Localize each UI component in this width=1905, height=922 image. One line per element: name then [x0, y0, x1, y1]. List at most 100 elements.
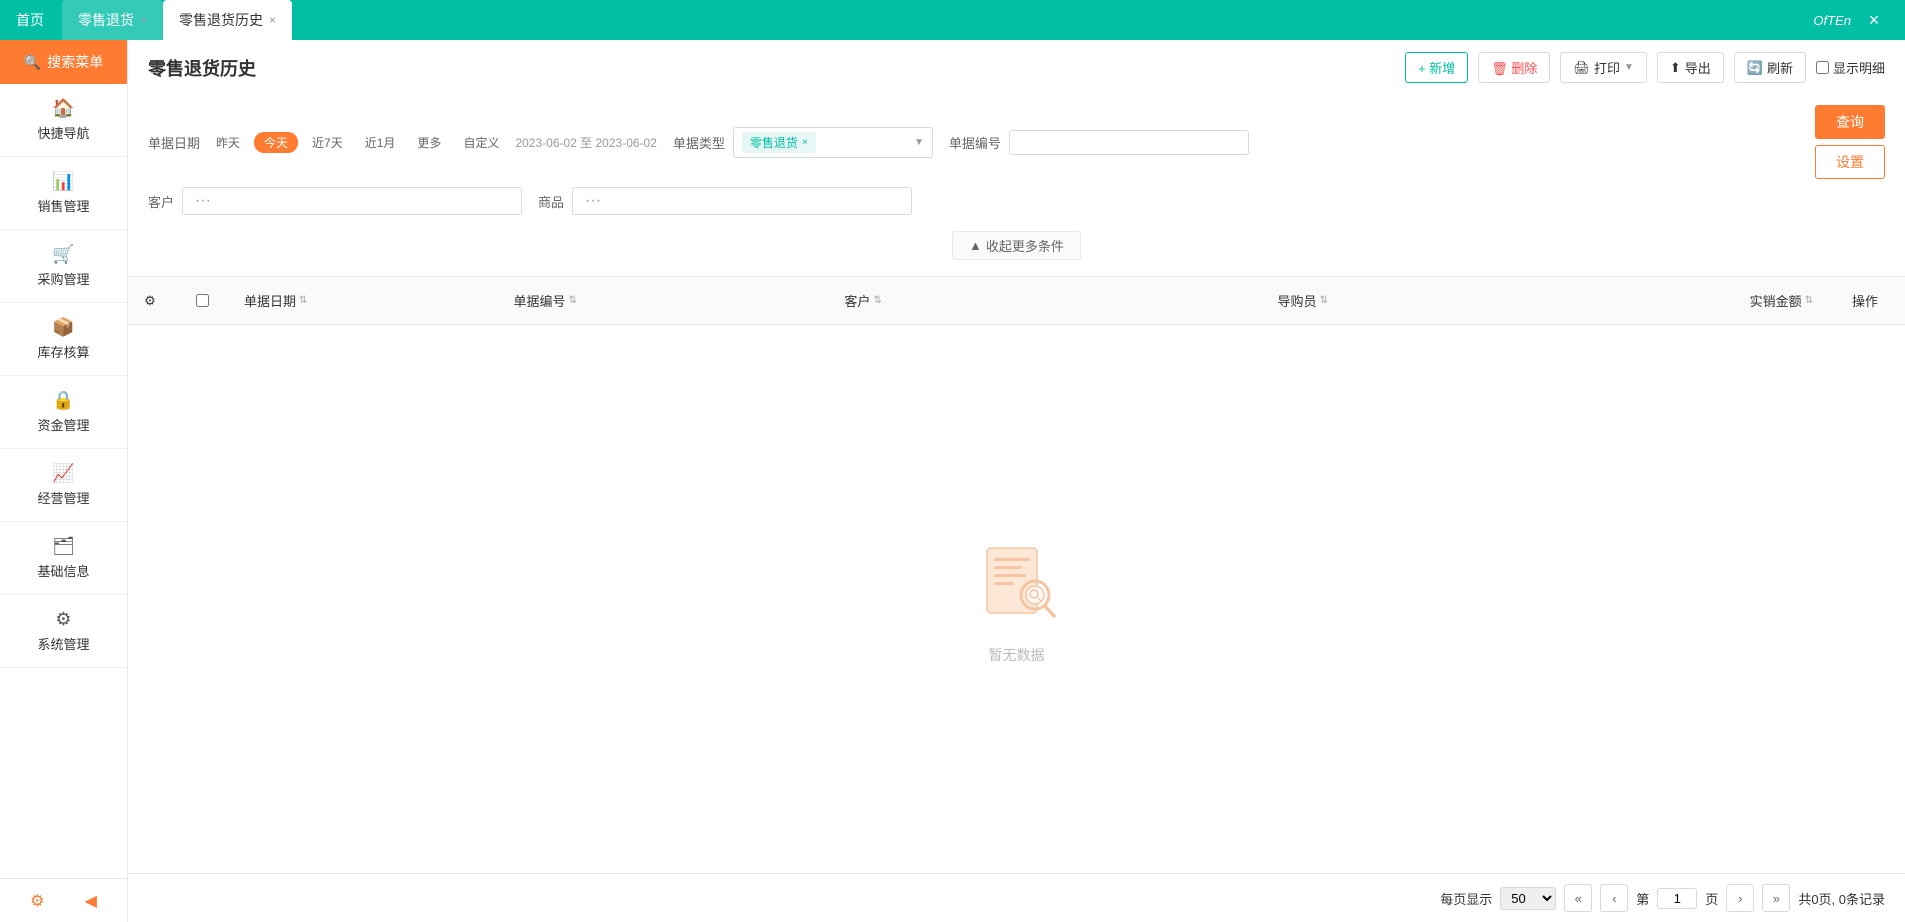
customer-select[interactable]: ···: [182, 187, 522, 215]
th-customer-sort-icon: ⇅: [873, 295, 881, 306]
voucher-type-tag-close[interactable]: ×: [802, 137, 808, 148]
empty-illustration: [967, 533, 1067, 633]
th-num[interactable]: 单据编号 ⇅: [502, 285, 833, 316]
tab-home[interactable]: 首页: [0, 0, 60, 40]
sidebar-item-inventory[interactable]: 📦 库存核算: [0, 303, 127, 376]
sidebar-bottom: ⚙ ◀: [0, 878, 127, 922]
sidebar-item-quick-nav[interactable]: 🏠 快捷导航: [0, 84, 127, 157]
system-icon: ⚙: [55, 609, 71, 630]
window-close-button[interactable]: ×: [1859, 5, 1889, 35]
th-date[interactable]: 单据日期 ⇅: [232, 285, 502, 316]
refresh-icon: 🔄: [1747, 60, 1763, 76]
sidebar-collapse-button[interactable]: ◀: [85, 891, 97, 911]
tab-home-label: 首页: [16, 10, 44, 30]
date-btn-yesterday[interactable]: 昨天: [208, 132, 248, 153]
goods-ellipsis: ···: [581, 192, 605, 210]
date-btn-more[interactable]: 更多: [409, 132, 449, 153]
tab-retail-return[interactable]: 零售退货 ×: [62, 0, 163, 40]
th-guide-sort-icon: ⇅: [1320, 295, 1328, 306]
th-amount[interactable]: 实销金额 ⇅: [1596, 285, 1825, 316]
sidebar-item-system[interactable]: ⚙ 系统管理: [0, 595, 127, 668]
voucher-type-tag-text: 零售退货: [750, 134, 798, 151]
table-header: ⚙ 单据日期 ⇅ 单据编号 ⇅ 客户 ⇅ 导购员: [128, 276, 1905, 325]
sidebar-search-label: 搜索菜单: [47, 52, 103, 72]
sidebar-item-operations[interactable]: 📈 经营管理: [0, 449, 127, 522]
th-customer[interactable]: 客户 ⇅: [832, 285, 1265, 316]
voucher-num-input[interactable]: [1009, 130, 1249, 155]
th-date-sort-icon: ⇅: [299, 295, 307, 306]
often-label: OfTEn: [1813, 13, 1851, 28]
empty-state: 暂无数据: [128, 325, 1905, 873]
th-action: 操作: [1825, 285, 1905, 316]
th-action-label: 操作: [1852, 291, 1878, 310]
filter-row-1: 单据日期 昨天 今天 近7天 近1月 更多 自定义 2023-06-02 至 2…: [148, 105, 1885, 179]
filter-collapse-row: ▲ 收起更多条件: [148, 223, 1885, 268]
th-guide[interactable]: 导购员 ⇅: [1266, 285, 1597, 316]
voucher-type-tag: 零售退货 ×: [742, 132, 816, 153]
show-detail-checkbox-input[interactable]: [1816, 61, 1829, 74]
th-num-sort-icon: ⇅: [569, 295, 577, 306]
per-page-select[interactable]: 50 10 20 100: [1500, 887, 1556, 910]
show-detail-toggle[interactable]: 显示明细: [1816, 58, 1885, 77]
last-page-button[interactable]: »: [1762, 884, 1790, 912]
next-page-button[interactable]: ›: [1726, 884, 1754, 912]
goods-select[interactable]: ···: [572, 187, 912, 215]
content-area: 零售退货历史 + 新增 🗑 删除 🖨 🖨 打印 打印 ▼ ⬆ 导出: [128, 40, 1905, 922]
sidebar-gear-button[interactable]: ⚙: [30, 891, 44, 911]
page-title-row: 零售退货历史 + 新增 🗑 删除 🖨 🖨 打印 打印 ▼ ⬆ 导出: [148, 52, 1885, 83]
export-button[interactable]: ⬆ 导出: [1657, 52, 1724, 83]
th-settings[interactable]: ⚙: [128, 287, 172, 315]
th-num-label: 单据编号: [514, 291, 566, 310]
voucher-type-label: 单据类型: [673, 133, 725, 152]
basic-info-icon: 🗂: [52, 536, 75, 557]
tab-retail-return-history-close[interactable]: ×: [269, 13, 276, 27]
tab-retail-return-history[interactable]: 零售退货历史 ×: [163, 0, 292, 40]
topbar: 首页 零售退货 × 零售退货历史 × OfTEn ×: [0, 0, 1905, 40]
date-btn-7days[interactable]: 近7天: [304, 132, 351, 153]
date-filter-options: 昨天 今天 近7天 近1月 更多 自定义: [208, 132, 507, 153]
date-btn-today[interactable]: 今天: [254, 132, 298, 153]
sidebar-item-finance[interactable]: 🔒 资金管理: [0, 376, 127, 449]
sales-icon: 📊: [52, 171, 74, 192]
pagination: 每页显示 50 10 20 100 « ‹ 第 页 › » 共0页, 0条记录: [128, 873, 1905, 922]
select-all-checkbox[interactable]: [196, 294, 209, 307]
sidebar-item-basic-info[interactable]: 🗂 基础信息: [0, 522, 127, 595]
voucher-num-filter: 单据编号: [949, 130, 1249, 155]
page-number-input[interactable]: [1657, 888, 1697, 909]
new-button[interactable]: + 新增: [1405, 52, 1468, 83]
table-area: ⚙ 单据日期 ⇅ 单据编号 ⇅ 客户 ⇅ 导购员: [128, 276, 1905, 922]
sidebar-item-operations-label: 经营管理: [37, 488, 89, 507]
print-dropdown-icon: ▼: [1624, 62, 1634, 73]
query-button[interactable]: 查询: [1815, 105, 1885, 139]
date-btn-1month[interactable]: 近1月: [357, 132, 404, 153]
collapse-label: 收起更多条件: [986, 236, 1064, 255]
page-unit: 页: [1705, 889, 1718, 908]
date-btn-custom[interactable]: 自定义: [455, 132, 507, 153]
sidebar-item-system-label: 系统管理: [37, 634, 89, 653]
sidebar-item-quick-nav-label: 快捷导航: [37, 123, 89, 142]
voucher-type-select[interactable]: 零售退货 × ▼: [733, 127, 933, 158]
first-page-button[interactable]: «: [1564, 884, 1592, 912]
page-header: 零售退货历史 + 新增 🗑 删除 🖨 🖨 打印 打印 ▼ ⬆ 导出: [128, 40, 1905, 276]
per-page-label: 每页显示: [1440, 889, 1492, 908]
voucher-type-filter: 单据类型 零售退货 × ▼: [673, 127, 933, 158]
th-guide-label: 导购员: [1278, 291, 1317, 310]
tab-retail-return-close[interactable]: ×: [140, 13, 147, 27]
collapse-filter-button[interactable]: ▲ 收起更多条件: [952, 231, 1081, 260]
show-detail-label: 显示明细: [1833, 58, 1885, 77]
tab-retail-return-label: 零售退货: [78, 10, 134, 30]
sidebar-item-sales[interactable]: 📊 销售管理: [0, 157, 127, 230]
home-icon: 🏠: [52, 98, 74, 119]
delete-button[interactable]: 🗑 删除: [1478, 52, 1550, 83]
th-customer-label: 客户: [844, 291, 870, 310]
total-label: 共0页, 0条记录: [1798, 889, 1885, 908]
settings-button[interactable]: 设置: [1815, 145, 1885, 179]
sidebar-item-purchase[interactable]: 🛒 采购管理: [0, 230, 127, 303]
customer-filter: 客户 ···: [148, 187, 522, 215]
print-button[interactable]: 🖨 🖨 打印 打印 ▼: [1560, 52, 1646, 83]
sidebar-search[interactable]: 🔍 搜索菜单: [0, 40, 127, 84]
refresh-button[interactable]: 🔄 刷新: [1734, 52, 1806, 83]
prev-page-button[interactable]: ‹: [1600, 884, 1628, 912]
collapse-icon: ▲: [969, 238, 982, 253]
th-checkbox[interactable]: [172, 288, 232, 313]
